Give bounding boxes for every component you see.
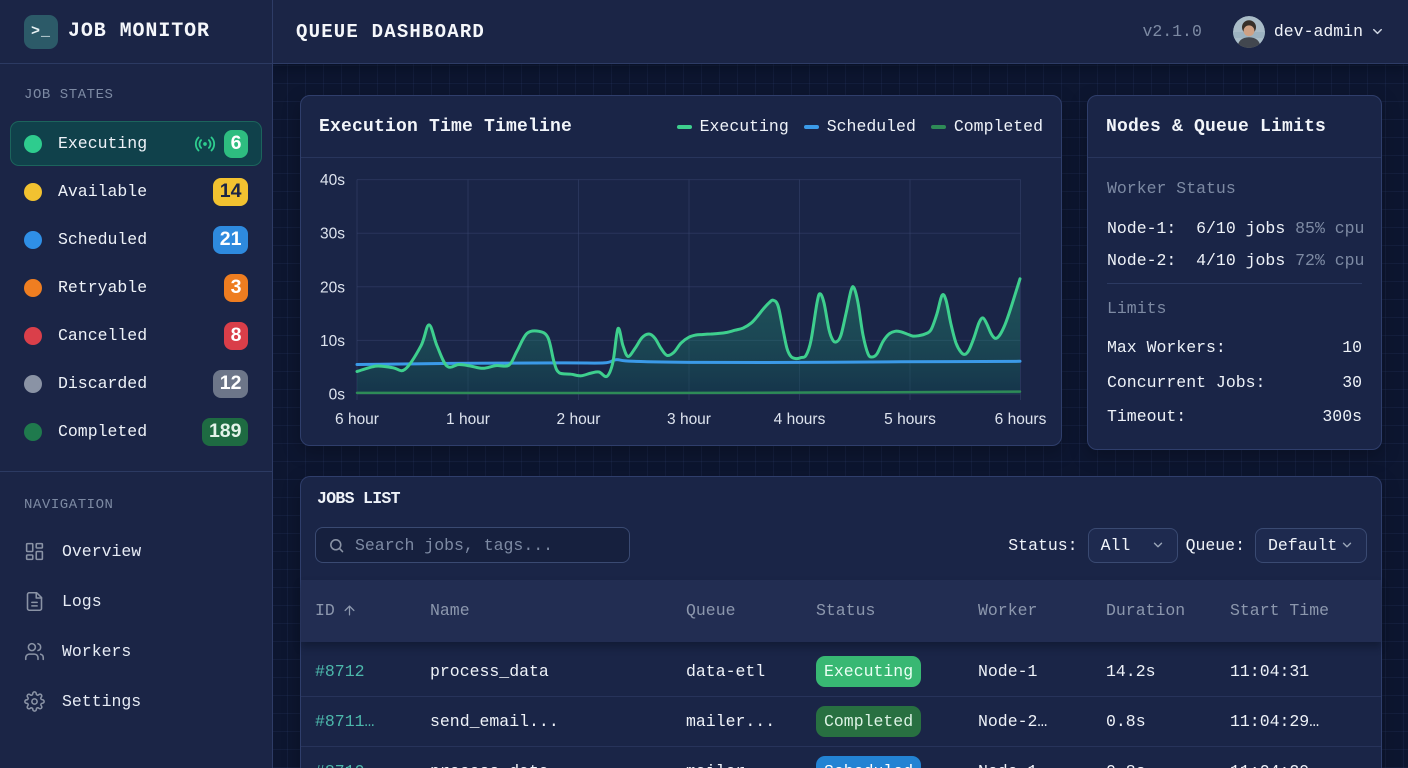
svg-text:0s: 0s	[329, 387, 346, 404]
svg-text:3 hour: 3 hour	[667, 411, 711, 428]
svg-text:20s: 20s	[320, 279, 345, 296]
svg-text:6 hours: 6 hours	[995, 411, 1047, 428]
svg-text:40s: 40s	[320, 172, 345, 189]
svg-text:5 hours: 5 hours	[884, 411, 936, 428]
svg-text:6 hour: 6 hour	[335, 411, 379, 428]
svg-text:30s: 30s	[320, 226, 345, 243]
svg-text:10s: 10s	[320, 333, 345, 350]
svg-text:1 hour: 1 hour	[446, 411, 490, 428]
svg-text:2 hour: 2 hour	[557, 411, 601, 428]
svg-text:4 hours: 4 hours	[774, 411, 826, 428]
